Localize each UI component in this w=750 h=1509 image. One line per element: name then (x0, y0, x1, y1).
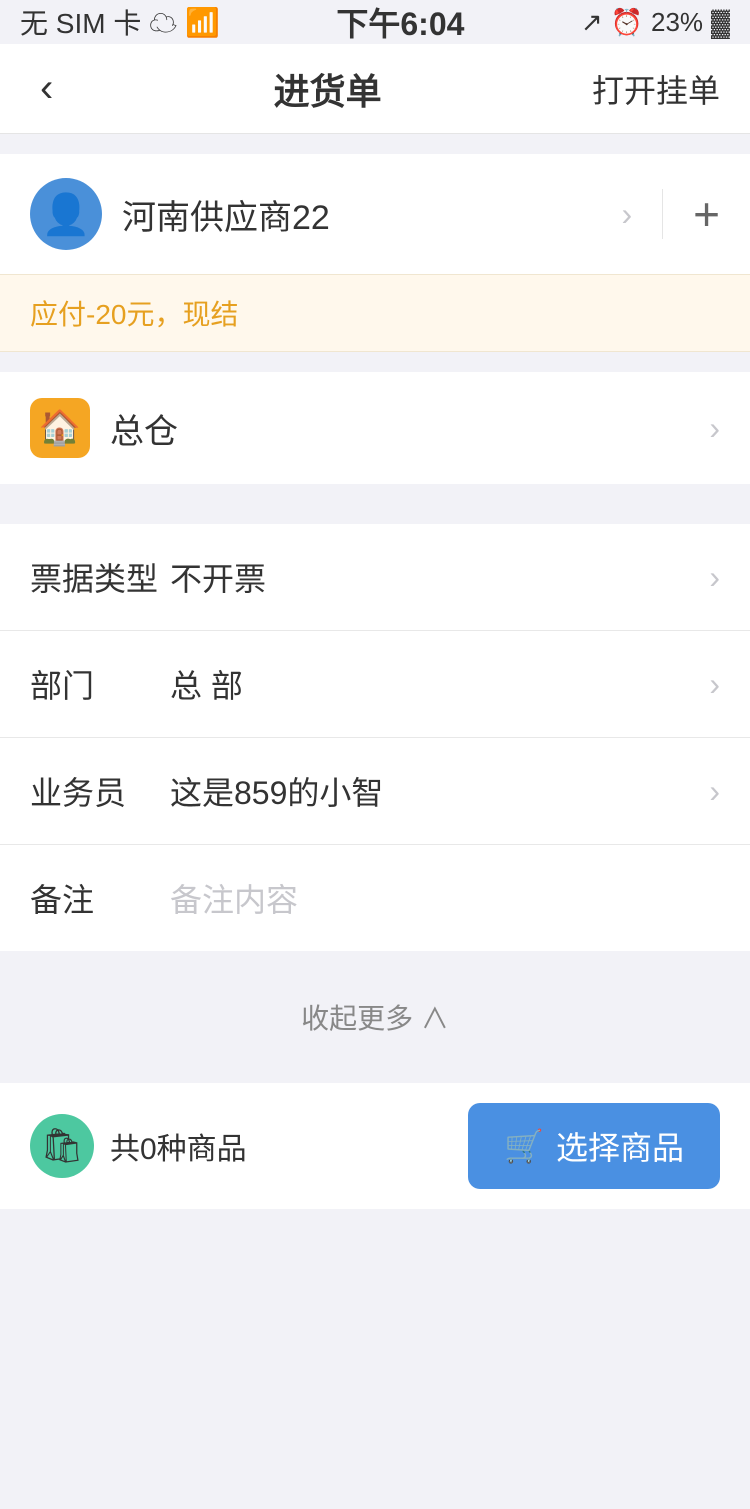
supplier-right: › + (621, 187, 720, 241)
salesperson-value: 这是859的小智 (170, 768, 709, 814)
supplier-chevron-icon: › (621, 196, 632, 233)
gap-1 (0, 134, 750, 154)
page-title: 进货单 (274, 63, 382, 115)
notice-bar: 应付-20元，现结 (0, 274, 750, 352)
open-pending-button[interactable]: 打开挂单 (592, 66, 720, 112)
status-time: 下午6:04 (336, 0, 464, 45)
supplier-section: 👤 河南供应商22 › + 应付-20元，现结 (0, 154, 750, 352)
supplier-row[interactable]: 👤 河南供应商22 › + (0, 154, 750, 274)
salesperson-label: 业务员 (30, 768, 170, 814)
warehouse-row[interactable]: 🏠 总仓 › (0, 372, 750, 484)
product-count-text: 共0种商品 (110, 1124, 247, 1168)
salesperson-row[interactable]: 业务员 这是859的小智 › (0, 738, 750, 845)
department-row[interactable]: 部门 总 部 › (0, 631, 750, 738)
battery-label: 23% (651, 7, 703, 38)
collapse-label: 收起更多 ∧ (301, 997, 449, 1037)
warehouse-chevron-icon: › (709, 410, 720, 447)
department-value: 总 部 (170, 661, 709, 707)
alarm-icon: ⏰ (611, 7, 643, 38)
supplier-name: 河南供应商22 (122, 190, 621, 239)
warehouse-icon: 🏠 (39, 408, 81, 448)
collapse-row[interactable]: 收起更多 ∧ (0, 971, 750, 1063)
invoice-type-chevron-icon: › (709, 559, 720, 596)
department-label: 部门 (30, 661, 170, 707)
invoice-type-label: 票据类型 (30, 554, 170, 600)
status-left: 无 SIM 卡 ☁ 📶 (20, 2, 220, 42)
main-background (0, 1209, 750, 1509)
select-product-button[interactable]: 🛒 选择商品 (468, 1103, 720, 1189)
sim-label: 无 SIM 卡 ☁ (20, 2, 177, 42)
gap-2 (0, 352, 750, 372)
product-icon-circle: 🛍 (30, 1114, 94, 1178)
battery-icon: ▓ (711, 7, 730, 38)
supplier-avatar: 👤 (30, 178, 102, 250)
invoice-type-row[interactable]: 票据类型 不开票 › (0, 524, 750, 631)
warehouse-section: 🏠 总仓 › (0, 372, 750, 484)
wifi-icon: 📶 (185, 6, 220, 39)
cart-icon: 🛒 (504, 1127, 544, 1165)
salesperson-chevron-icon: › (709, 773, 720, 810)
add-supplier-button[interactable]: + (693, 187, 720, 241)
notice-text: 应付-20元，现结 (30, 299, 238, 330)
select-product-label: 选择商品 (556, 1123, 684, 1169)
gap-3 (0, 484, 750, 504)
remark-label: 备注 (30, 875, 170, 921)
warehouse-icon-circle: 🏠 (30, 398, 90, 458)
warehouse-name: 总仓 (110, 404, 709, 453)
content: 👤 河南供应商22 › + 应付-20元，现结 🏠 总仓 › 票据类型 (0, 134, 750, 1509)
product-bag-icon: 🛍 (40, 1126, 83, 1166)
department-chevron-icon: › (709, 666, 720, 703)
vertical-divider (662, 189, 663, 239)
avatar-icon: 👤 (41, 191, 91, 238)
remark-placeholder[interactable]: 备注内容 (170, 875, 720, 921)
product-count-section: 🛍 共0种商品 (30, 1114, 247, 1178)
location-icon: ↗ (581, 7, 603, 38)
nav-bar: ‹ 进货单 打开挂单 (0, 44, 750, 134)
bottom-bar: 🛍 共0种商品 🛒 选择商品 (0, 1083, 750, 1209)
status-right: ↗ ⏰ 23% ▓ (581, 7, 730, 38)
remark-row[interactable]: 备注 备注内容 (0, 845, 750, 951)
back-button[interactable]: ‹ (30, 56, 63, 121)
form-section: 票据类型 不开票 › 部门 总 部 › 业务员 这是859的小智 › 备注 备注… (0, 524, 750, 951)
status-bar: 无 SIM 卡 ☁ 📶 下午6:04 ↗ ⏰ 23% ▓ (0, 0, 750, 44)
invoice-type-value: 不开票 (170, 554, 709, 600)
